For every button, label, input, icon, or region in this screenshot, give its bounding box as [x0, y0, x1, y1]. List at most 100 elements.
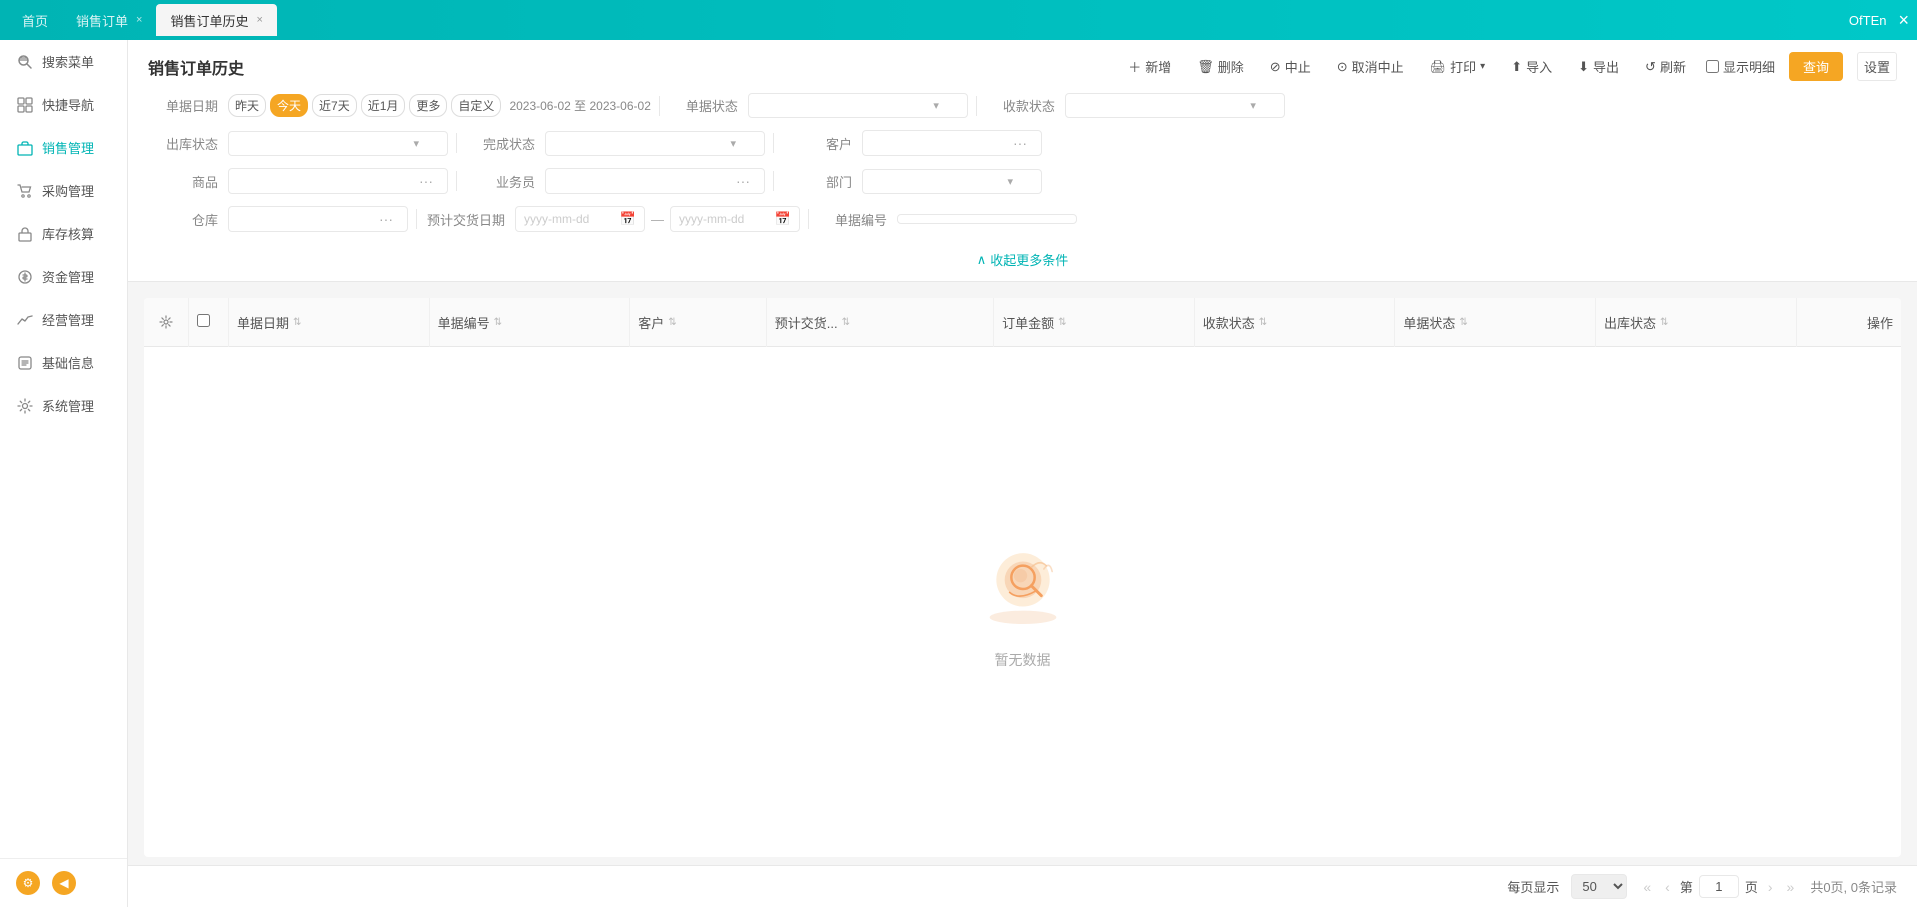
collapse-row[interactable]: ∧ 收起更多条件: [148, 244, 1897, 273]
customer-input[interactable]: ···: [862, 130, 1042, 156]
sales-icon: [16, 139, 34, 157]
window-close-btn[interactable]: ×: [1898, 10, 1909, 31]
select-all-checkbox[interactable]: [197, 314, 210, 327]
complete-status-select[interactable]: ▾: [545, 131, 765, 156]
first-page-btn[interactable]: «: [1639, 877, 1655, 897]
th-operation-label: 操作: [1867, 316, 1893, 331]
receipt-status-label: 收款状态: [985, 96, 1065, 115]
filter-area: 单据日期 昨天 今天 近7天 近1月 更多 自定义 2023-06-02 至 2…: [148, 93, 1897, 281]
export-btn[interactable]: ⬇ 导出: [1572, 53, 1625, 80]
sidebar-item-quick-nav[interactable]: 快捷导航: [0, 83, 127, 126]
th-out-status-sort[interactable]: 出库状态 ⇅: [1604, 313, 1788, 332]
receipt-status-arrow: ▾: [1250, 99, 1256, 112]
tab-home[interactable]: 首页: [8, 4, 62, 36]
warehouse-input[interactable]: ···: [228, 206, 408, 232]
th-amount-sort-icon: ⇅: [1058, 317, 1066, 328]
th-amount-sort[interactable]: 订单金额 ⇅: [1002, 313, 1186, 332]
out-status-select[interactable]: ▾: [228, 131, 448, 156]
salesperson-input[interactable]: ···: [545, 168, 765, 194]
page-word: 第: [1680, 877, 1693, 896]
refresh-btn[interactable]: ↺ 刷新: [1639, 53, 1692, 80]
next-page-btn[interactable]: ›: [1764, 877, 1777, 897]
order-no-input[interactable]: [897, 214, 1077, 224]
sidebar-item-basic-info[interactable]: 基础信息: [0, 341, 127, 384]
prev-page-btn[interactable]: ‹: [1661, 877, 1674, 897]
query-btn[interactable]: 查询: [1789, 52, 1843, 81]
quick-nav-icon: [16, 96, 34, 114]
settings-btn-label: 设置: [1864, 57, 1890, 76]
per-page-select[interactable]: 10 20 50 100: [1571, 874, 1627, 899]
import-btn[interactable]: ⬆ 导入: [1505, 53, 1558, 80]
dept-select[interactable]: ▾: [862, 169, 1042, 194]
date-label: 单据日期: [148, 96, 228, 115]
data-table: 单据日期 ⇅ 单据编号 ⇅: [144, 298, 1901, 347]
goods-input[interactable]: ···: [228, 168, 448, 194]
display-detail-checkbox[interactable]: [1706, 60, 1719, 73]
expected-date-to[interactable]: yyyy-mm-dd 📅: [670, 206, 800, 232]
stop-btn[interactable]: ⊘ 中止: [1264, 53, 1317, 80]
new-btn-label: 新增: [1145, 57, 1171, 76]
empty-state: 暂无数据: [144, 347, 1901, 857]
page-input[interactable]: [1699, 875, 1739, 898]
sidebar-item-purchase-label: 采购管理: [42, 181, 94, 200]
th-settings: [144, 298, 189, 347]
delete-icon: 🗑: [1197, 59, 1214, 75]
sidebar-settings-btn[interactable]: ⚙: [16, 871, 40, 895]
goods-ellipsis[interactable]: ···: [413, 173, 439, 189]
delete-btn[interactable]: 🗑 删除: [1191, 53, 1250, 80]
order-status-select[interactable]: ▾: [748, 93, 968, 118]
cancel-stop-btn[interactable]: ⊙ 取消中止: [1331, 53, 1410, 80]
settings-btn-toolbar[interactable]: 设置: [1857, 52, 1897, 81]
sidebar-item-operations-label: 经营管理: [42, 310, 94, 329]
date-btn-yesterday[interactable]: 昨天: [228, 94, 266, 117]
empty-text: 暂无数据: [995, 650, 1051, 670]
sidebar-item-finance[interactable]: 资金管理: [0, 255, 127, 298]
tab-sales-order-close[interactable]: ×: [136, 14, 142, 26]
th-order-no-label: 单据编号: [438, 313, 490, 332]
query-btn-label: 查询: [1803, 57, 1829, 76]
th-order-no-sort[interactable]: 单据编号 ⇅: [438, 313, 622, 332]
expected-date-from[interactable]: yyyy-mm-dd 📅: [515, 206, 645, 232]
date-separator: —: [651, 212, 664, 227]
sidebar-item-inventory[interactable]: 库存核算: [0, 212, 127, 255]
th-customer-sort[interactable]: 客户 ⇅: [638, 313, 758, 332]
page-nav: « ‹ 第 页 › »: [1639, 875, 1798, 898]
date-btn-7days[interactable]: 近7天: [312, 94, 357, 117]
sidebar-item-sales[interactable]: 销售管理: [0, 126, 127, 169]
receipt-status-select[interactable]: ▾: [1065, 93, 1285, 118]
dept-label: 部门: [782, 172, 862, 191]
salesperson-ellipsis[interactable]: ···: [730, 173, 756, 189]
sidebar-item-purchase[interactable]: 采购管理: [0, 169, 127, 212]
date-btn-today[interactable]: 今天: [270, 94, 308, 117]
expected-date-range: yyyy-mm-dd 📅 — yyyy-mm-dd 📅: [515, 206, 800, 232]
table-settings-btn[interactable]: [152, 308, 180, 336]
sidebar-bottom: ⚙ ◀: [0, 858, 127, 907]
tab-sales-order-history[interactable]: 销售订单历史 ×: [156, 4, 276, 36]
tab-sales-order[interactable]: 销售订单 ×: [62, 4, 156, 36]
tab-home-label: 首页: [22, 11, 48, 30]
display-detail-checkbox-label[interactable]: 显示明细: [1706, 57, 1775, 76]
date-btn-1month[interactable]: 近1月: [361, 94, 406, 117]
th-date-sort[interactable]: 单据日期 ⇅: [237, 313, 421, 332]
expected-date-to-placeholder: yyyy-mm-dd: [679, 212, 744, 226]
customer-ellipsis[interactable]: ···: [1007, 135, 1033, 151]
th-expected-delivery-sort[interactable]: 预计交货... ⇅: [775, 313, 985, 332]
last-page-btn[interactable]: »: [1783, 877, 1799, 897]
import-icon: ⬆: [1511, 59, 1522, 75]
date-btn-custom[interactable]: 自定义: [451, 94, 501, 117]
print-btn[interactable]: 🖨 打印 ▾: [1424, 53, 1492, 80]
date-btn-more[interactable]: 更多: [409, 94, 447, 117]
sidebar-item-search-menu[interactable]: 搜索菜单: [0, 40, 127, 83]
sidebar-item-system[interactable]: 系统管理: [0, 384, 127, 427]
tab-sales-order-history-close[interactable]: ×: [256, 14, 262, 26]
date-btns: 昨天 今天 近7天 近1月 更多 自定义: [228, 94, 501, 117]
th-receipt-status-sort[interactable]: 收款状态 ⇅: [1203, 313, 1387, 332]
th-order-status-sort[interactable]: 单据状态 ⇅: [1403, 313, 1587, 332]
out-status-label: 出库状态: [148, 134, 228, 153]
warehouse-ellipsis[interactable]: ···: [373, 211, 399, 227]
sidebar-item-operations[interactable]: 经营管理: [0, 298, 127, 341]
sidebar-item-quick-nav-label: 快捷导航: [42, 95, 94, 114]
out-status-arrow: ▾: [413, 137, 419, 150]
sidebar-toggle-btn[interactable]: ◀: [52, 871, 76, 895]
new-btn[interactable]: ＋ 新增: [1122, 53, 1177, 80]
